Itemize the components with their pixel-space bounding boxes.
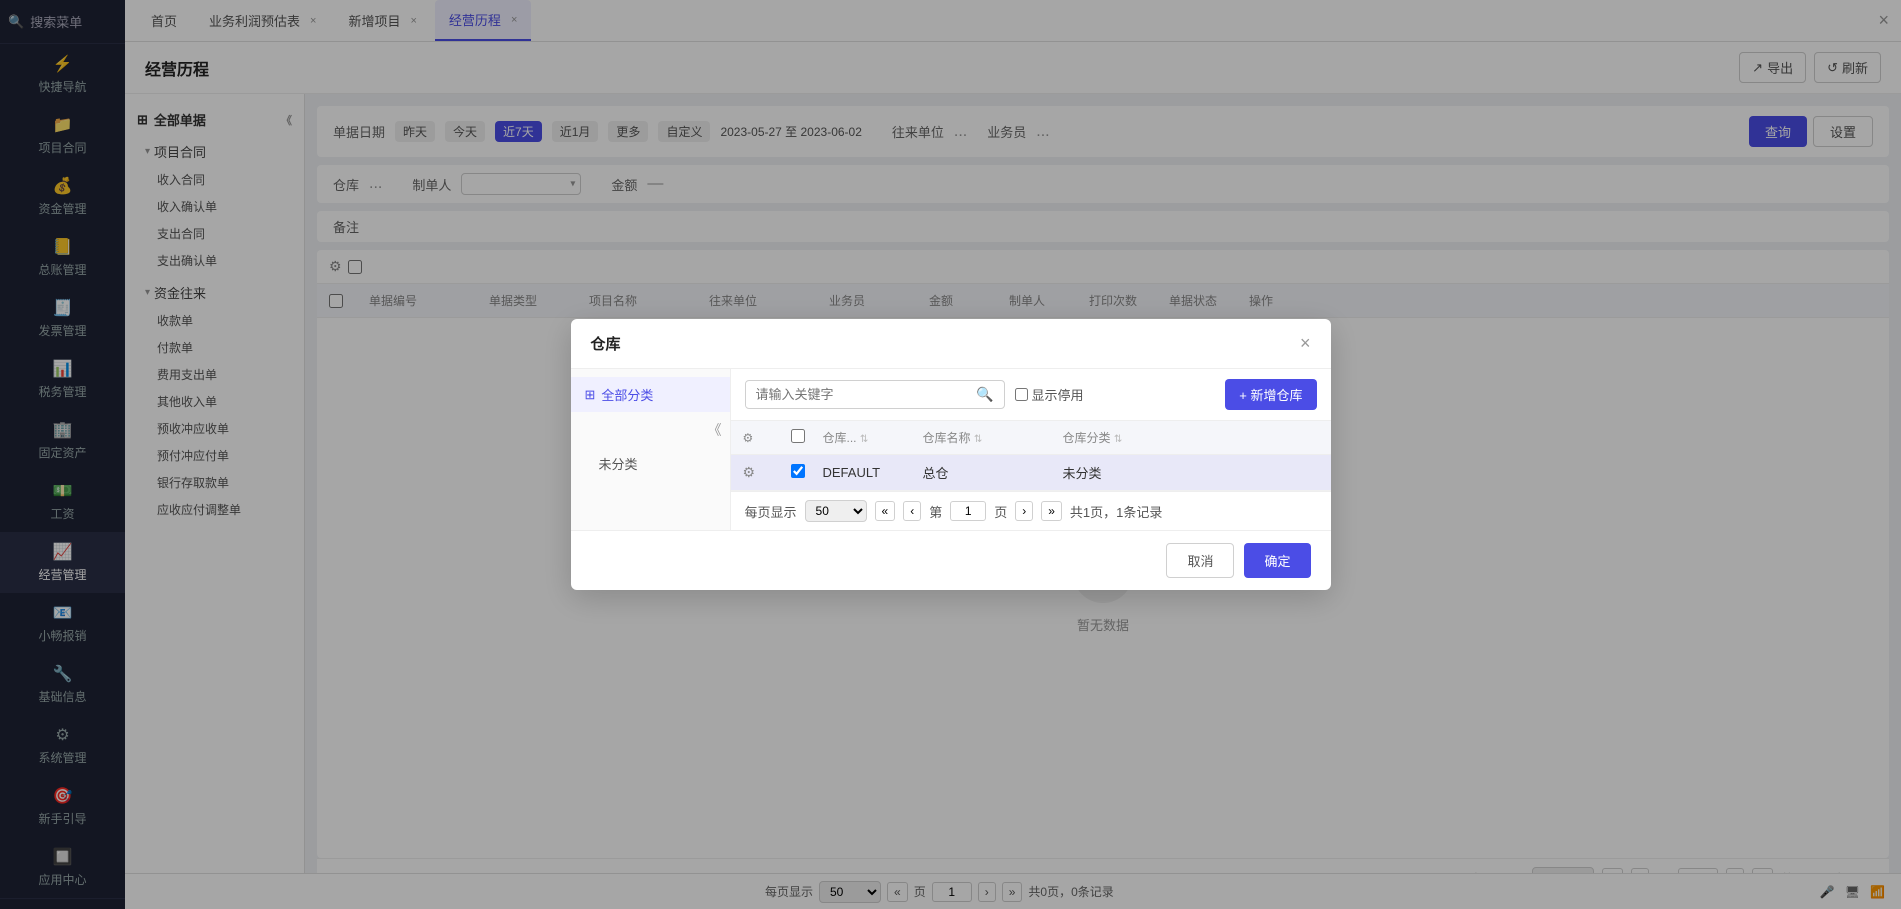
confirm-button[interactable]: 确定 (1244, 543, 1310, 578)
modal-search-button[interactable]: 🔍 (966, 381, 1003, 408)
add-warehouse-label: + 新增仓库 (1239, 385, 1302, 404)
modal-categories: ⊞ 全部分类 《 未分类 (571, 369, 731, 530)
mth-code: 仓库... ⇅ (823, 429, 923, 446)
modal-page-size-label: 每页显示 (745, 502, 797, 521)
modal-page-suffix: 页 (994, 502, 1007, 521)
modal-next-btn[interactable]: › (1015, 501, 1033, 521)
warehouse-modal: 仓库 × ⊞ 全部分类 《 未分类 (571, 319, 1331, 590)
modal-total-text: 共1页，1条记录 (1070, 502, 1162, 521)
collapse-icon: 《 (708, 420, 722, 440)
add-warehouse-button[interactable]: + 新增仓库 (1225, 379, 1316, 410)
show-disabled-label[interactable]: 显示停用 (1015, 385, 1084, 404)
modal-prev-btn[interactable]: ‹ (903, 501, 921, 521)
modal-overlay: 仓库 × ⊞ 全部分类 《 未分类 (0, 0, 1901, 909)
modal-search-input[interactable] (746, 382, 967, 407)
cancel-button[interactable]: 取消 (1166, 543, 1234, 578)
modal-category-all-label: 全部分类 (601, 385, 653, 404)
modal-toolbar: 🔍 显示停用 + 新增仓库 (731, 369, 1331, 421)
row1-checkbox-input[interactable] (791, 464, 805, 478)
modal-category-all[interactable]: ⊞ 全部分类 (571, 377, 730, 412)
row1-checkbox (791, 464, 823, 481)
warehouse-row-1[interactable]: ⚙ DEFAULT 总仓 未分类 (731, 455, 1331, 491)
mth-name: 仓库名称 ⇅ (923, 429, 1063, 446)
row1-gear: ⚙ (743, 464, 791, 481)
modal-body: ⊞ 全部分类 《 未分类 🔍 (571, 369, 1331, 530)
mth-name-label: 仓库名称 (923, 431, 971, 445)
modal-table-header: ⚙ 仓库... ⇅ 仓库名称 ⇅ 仓库分类 ⇅ (731, 421, 1331, 455)
modal-category-unclassified[interactable]: 未分类 (571, 448, 730, 479)
modal-last-btn[interactable]: » (1041, 501, 1062, 521)
grid-icon2: ⊞ (585, 387, 596, 403)
modal-pagination: 每页显示 50 « ‹ 第 页 › » 共1页，1条记录 (731, 491, 1331, 530)
row1-code: DEFAULT (823, 465, 923, 480)
modal-page-label: 第 (929, 502, 942, 521)
show-disabled-checkbox[interactable] (1015, 388, 1028, 401)
modal-page-size-select[interactable]: 50 (805, 500, 867, 522)
modal-search-wrap: 🔍 (745, 380, 1005, 409)
mth-checkbox (791, 429, 823, 446)
modal-right: 🔍 显示停用 + 新增仓库 ⚙ 仓库... ⇅ (731, 369, 1331, 530)
modal-header: 仓库 × (571, 319, 1331, 369)
row1-gear-icon[interactable]: ⚙ (743, 464, 756, 480)
modal-left-collapse[interactable]: 《 (571, 412, 730, 448)
modal-first-btn[interactable]: « (875, 501, 896, 521)
modal-category-unclassified-label: 未分类 (599, 457, 638, 472)
modal-footer: 取消 确定 (571, 530, 1331, 590)
gear-header-icon[interactable]: ⚙ (743, 431, 754, 445)
modal-title: 仓库 (591, 333, 621, 354)
row1-category: 未分类 (1063, 463, 1203, 482)
sort-code-icon[interactable]: ⇅ (860, 434, 868, 445)
modal-page-input[interactable] (950, 501, 986, 521)
sort-name-icon[interactable]: ⇅ (974, 434, 982, 445)
show-disabled-text: 显示停用 (1032, 385, 1084, 404)
modal-table: ⚙ 仓库... ⇅ 仓库名称 ⇅ 仓库分类 ⇅ ⚙ DEFAULT 总仓 未分类 (731, 421, 1331, 491)
mth-code-label: 仓库... (823, 431, 857, 445)
mth-category-label: 仓库分类 (1063, 431, 1111, 445)
modal-header-checkbox[interactable] (791, 429, 805, 443)
mth-gear: ⚙ (743, 431, 791, 445)
mth-category: 仓库分类 ⇅ (1063, 429, 1203, 446)
row1-name: 总仓 (923, 463, 1063, 482)
sort-cat-icon[interactable]: ⇅ (1114, 434, 1122, 445)
modal-close-button[interactable]: × (1300, 333, 1311, 354)
